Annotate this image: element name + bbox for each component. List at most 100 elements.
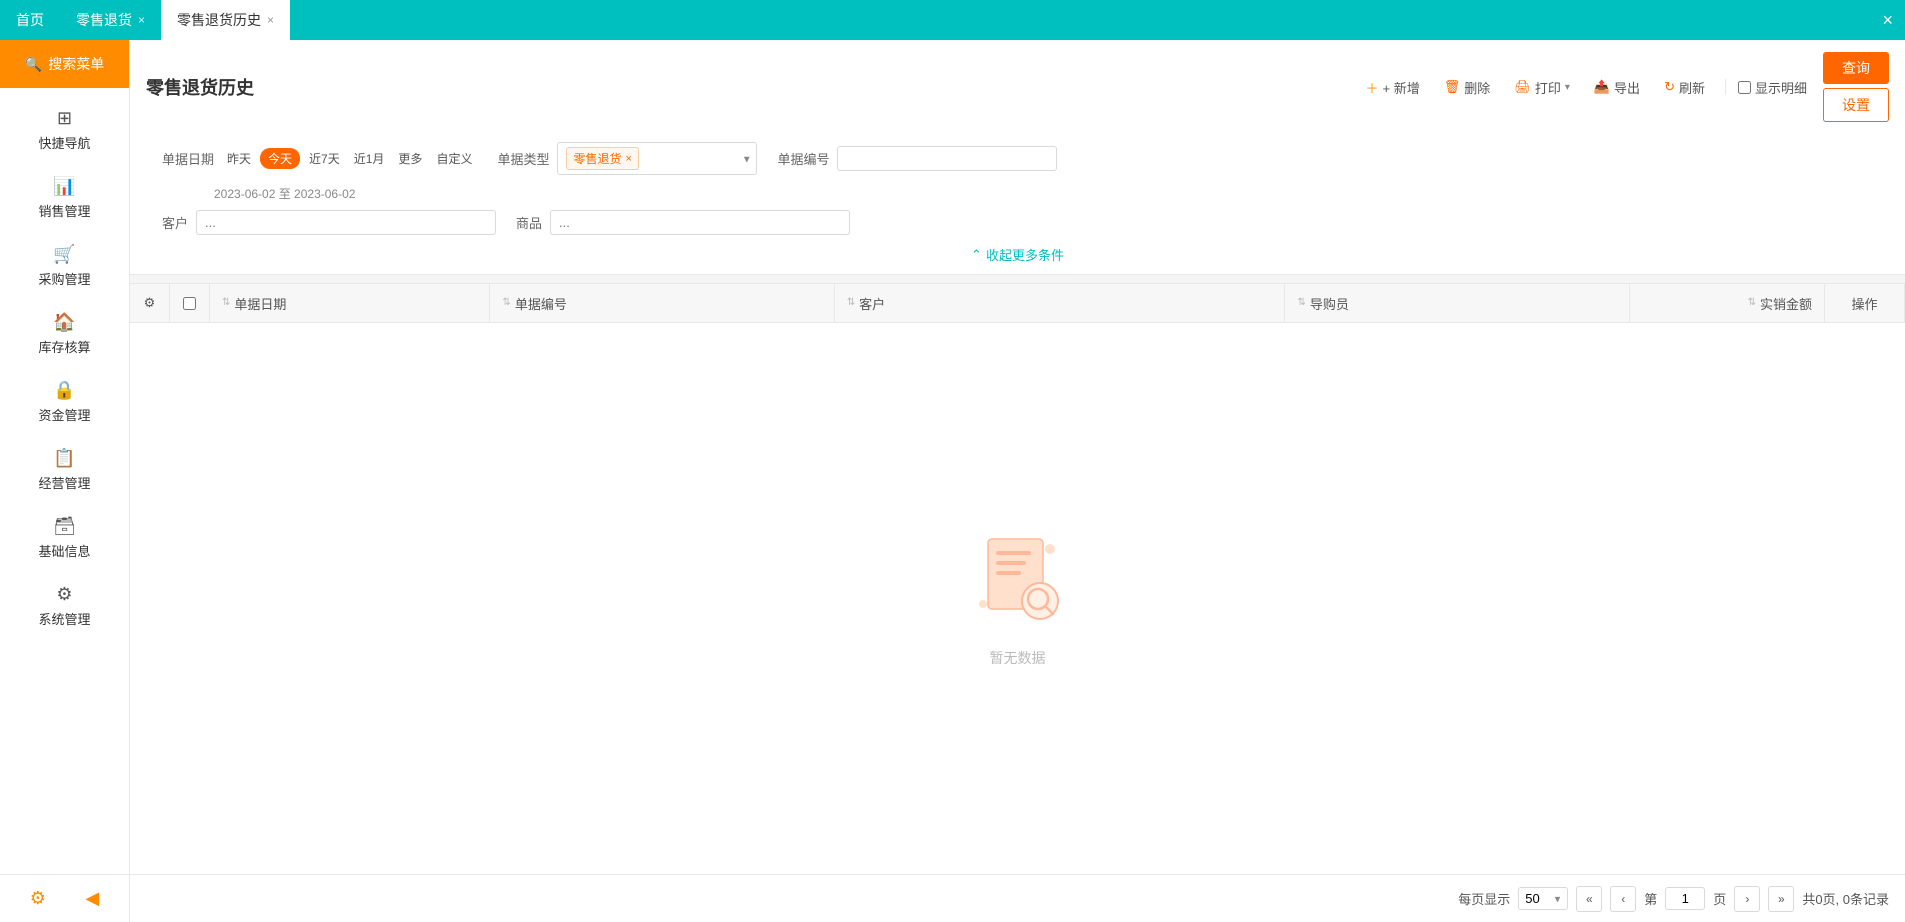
add-icon: ＋ — [1366, 78, 1379, 97]
date-buttons: 昨天 今天 近7天 近1月 更多 自定义 — [222, 148, 477, 169]
collapse-button[interactable]: ⌃ 收起更多条件 — [971, 245, 1064, 264]
filter-area: 单据日期 昨天 今天 近7天 近1月 更多 自定义 单据类型 — [146, 132, 1889, 274]
customer-input[interactable] — [196, 210, 496, 235]
first-page-button[interactable]: « — [1576, 886, 1602, 912]
search-icon: 🔍 — [25, 56, 42, 73]
print-dropdown-icon: ▾ — [1565, 82, 1570, 93]
date-range-row: 2023-06-02 至 2023-06-02 — [162, 185, 1873, 202]
add-button[interactable]: ＋ + 新增 — [1358, 74, 1428, 101]
date-btn-yesterday[interactable]: 昨天 — [222, 148, 256, 169]
sidebar-item-finance[interactable]: 🔒 资金管理 — [0, 368, 129, 436]
sort-icon-amount: ⇅ — [1748, 298, 1756, 308]
sidebar-search[interactable]: 🔍 搜索菜单 — [0, 40, 129, 88]
collapse-icon: ⌃ — [971, 247, 982, 263]
sidebar-settings-button[interactable]: ⚙ — [30, 888, 46, 909]
per-page-label: 每页显示 — [1458, 889, 1510, 908]
sidebar-item-basic-info[interactable]: 🗃 基础信息 — [0, 504, 129, 572]
prev-page-button[interactable]: ‹ — [1610, 886, 1636, 912]
th-date[interactable]: ⇅ 单据日期 — [210, 284, 490, 322]
basic-info-icon: 🗃 — [53, 516, 76, 537]
voucher-type-tag-close[interactable]: × — [625, 153, 631, 165]
th-guide[interactable]: ⇅ 导购员 — [1285, 284, 1629, 322]
sidebar-items: ⊞ 快捷导航 📊 销售管理 🛒 采购管理 🏠 库存核算 🔒 资金管理 📋 — [0, 88, 129, 874]
sidebar-item-business[interactable]: 📋 经营管理 — [0, 436, 129, 504]
sort-icon-date: ⇅ — [222, 298, 230, 308]
content-area: 零售退货历史 ＋ + 新增 🗑 删除 🖨 打印 ▾ — [130, 40, 1905, 922]
finance-icon: 🔒 — [53, 380, 75, 401]
pagination-bar: 每页显示 20 50 100 « ‹ 第 页 › » 共0页, 0条记录 — [130, 874, 1905, 922]
export-button[interactable]: 📤 导出 — [1586, 74, 1648, 101]
display-checkbox[interactable] — [1738, 81, 1751, 94]
business-icon: 📋 — [53, 448, 75, 469]
sidebar-item-sys-mgmt[interactable]: ⚙ 系统管理 — [0, 572, 129, 640]
close-retail-return-tab[interactable]: × — [138, 13, 145, 27]
table-header: ⚙ ⇅ 单据日期 ⇅ 单据编号 ⇅ 客户 ⇅ — [130, 283, 1905, 323]
tab-list: 首页 零售退货 × 零售退货历史 × — [0, 0, 1882, 40]
sort-icon-customer: ⇅ — [847, 298, 855, 308]
voucher-type-tag: 零售退货 × — [566, 147, 638, 170]
toolbar-divider — [1725, 79, 1726, 95]
next-page-button[interactable]: › — [1734, 886, 1760, 912]
sort-icon-guide: ⇅ — [1297, 298, 1305, 308]
sales-icon: 📊 — [53, 176, 75, 197]
date-filter: 单据日期 昨天 今天 近7天 近1月 更多 自定义 — [162, 148, 477, 169]
window-close-button[interactable]: × — [1882, 10, 1893, 31]
th-checkbox[interactable] — [170, 284, 210, 322]
tab-retail-return[interactable]: 零售退货 × — [60, 0, 161, 40]
date-btn-more[interactable]: 更多 — [393, 148, 427, 169]
per-page-select[interactable]: 20 50 100 — [1518, 887, 1568, 910]
voucher-number-filter: 单据编号 — [777, 146, 1057, 171]
tab-home[interactable]: 首页 — [0, 0, 60, 40]
page-title: 零售退货历史 — [146, 74, 254, 100]
total-text: 共0页, 0条记录 — [1802, 889, 1889, 908]
th-amount[interactable]: ⇅ 实销金额 — [1630, 284, 1825, 322]
th-action: 操作 — [1825, 284, 1905, 322]
th-customer[interactable]: ⇅ 客户 — [835, 284, 1286, 322]
export-icon: 📤 — [1594, 79, 1610, 95]
inventory-icon: 🏠 — [53, 312, 75, 333]
close-retail-return-history-tab[interactable]: × — [267, 13, 274, 27]
refresh-button[interactable]: ↻ 刷新 — [1656, 74, 1713, 101]
th-settings[interactable]: ⚙ — [130, 284, 170, 322]
tab-retail-return-history[interactable]: 零售退货历史 × — [161, 0, 290, 40]
sidebar-item-inventory[interactable]: 🏠 库存核算 — [0, 300, 129, 368]
last-page-button[interactable]: » — [1768, 886, 1794, 912]
sys-icon: ⚙ — [56, 584, 72, 605]
select-all-checkbox[interactable] — [183, 297, 196, 310]
date-btn-today[interactable]: 今天 — [260, 148, 300, 169]
customer-filter: 客户 — [162, 210, 496, 235]
per-page-wrapper: 20 50 100 — [1518, 887, 1568, 910]
empty-text: 暂无数据 — [990, 648, 1046, 668]
refresh-icon: ↻ — [1664, 79, 1675, 95]
print-button[interactable]: 🖨 打印 ▾ — [1506, 74, 1578, 101]
filter-row-2: 客户 商品 — [162, 210, 1873, 235]
delete-button[interactable]: 🗑 删除 — [1436, 74, 1499, 101]
voucher-type-filter: 单据类型 零售退货 × ▾ — [497, 142, 757, 175]
date-btn-1month[interactable]: 近1月 — [349, 148, 390, 169]
goods-filter: 商品 — [516, 210, 850, 235]
page-header: 零售退货历史 ＋ + 新增 🗑 删除 🖨 打印 ▾ — [130, 40, 1905, 275]
settings-button[interactable]: 设置 — [1823, 88, 1889, 122]
page-label: 第 — [1644, 889, 1657, 908]
goods-input[interactable] — [550, 210, 850, 235]
page-number-input[interactable] — [1665, 887, 1705, 910]
page-title-row: 零售退货历史 ＋ + 新增 🗑 删除 🖨 打印 ▾ — [146, 52, 1889, 122]
th-number[interactable]: ⇅ 单据编号 — [490, 284, 834, 322]
voucher-number-input[interactable] — [837, 146, 1057, 171]
sidebar-item-quick-nav[interactable]: ⊞ 快捷导航 — [0, 96, 129, 164]
sidebar-item-purchase-mgmt[interactable]: 🛒 采购管理 — [0, 232, 129, 300]
date-range-display: 2023-06-02 至 2023-06-02 — [214, 185, 355, 202]
page-suffix: 页 — [1713, 889, 1726, 908]
sidebar-item-sales-mgmt[interactable]: 📊 销售管理 — [0, 164, 129, 232]
query-button[interactable]: 查询 — [1823, 52, 1889, 84]
voucher-type-select[interactable]: 零售退货 × — [557, 142, 757, 175]
sidebar-collapse-button[interactable]: ◀ — [85, 888, 99, 909]
main-layout: 🔍 搜索菜单 ⊞ 快捷导航 📊 销售管理 🛒 采购管理 🏠 库存核算 🔒 — [0, 40, 1905, 922]
purchase-icon: 🛒 — [53, 244, 75, 265]
sidebar: 🔍 搜索菜单 ⊞ 快捷导航 📊 销售管理 🛒 采购管理 🏠 库存核算 🔒 — [0, 40, 130, 922]
date-btn-custom[interactable]: 自定义 — [431, 148, 477, 169]
table-area: ⚙ ⇅ 单据日期 ⇅ 单据编号 ⇅ 客户 ⇅ — [130, 283, 1905, 922]
display-switch[interactable]: 显示明细 — [1738, 78, 1807, 97]
date-btn-7days[interactable]: 近7天 — [304, 148, 345, 169]
top-bar: 首页 零售退货 × 零售退货历史 × × — [0, 0, 1905, 40]
